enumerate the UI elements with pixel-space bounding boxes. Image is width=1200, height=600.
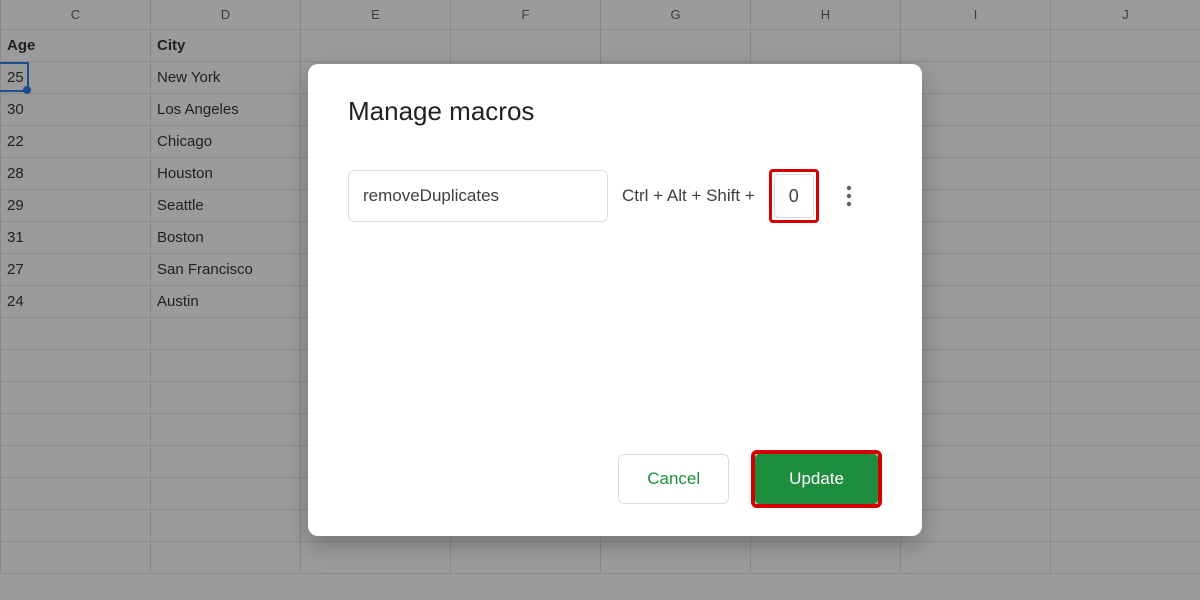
macro-name-input[interactable]: [348, 170, 608, 222]
macro-more-button[interactable]: [835, 176, 863, 216]
dialog-footer: Cancel Update: [618, 450, 882, 508]
cancel-button[interactable]: Cancel: [618, 454, 729, 504]
shortcut-key-input[interactable]: [774, 174, 814, 218]
dialog-title: Manage macros: [348, 96, 882, 127]
more-vert-icon: [846, 185, 852, 207]
manage-macros-dialog: Manage macros Ctrl + Alt + Shift + Cance…: [308, 64, 922, 536]
shortcut-key-highlight: [769, 169, 819, 223]
update-button[interactable]: Update: [755, 454, 878, 504]
macro-row: Ctrl + Alt + Shift +: [348, 169, 882, 223]
shortcut-prefix-label: Ctrl + Alt + Shift +: [622, 186, 755, 206]
update-button-highlight: Update: [751, 450, 882, 508]
